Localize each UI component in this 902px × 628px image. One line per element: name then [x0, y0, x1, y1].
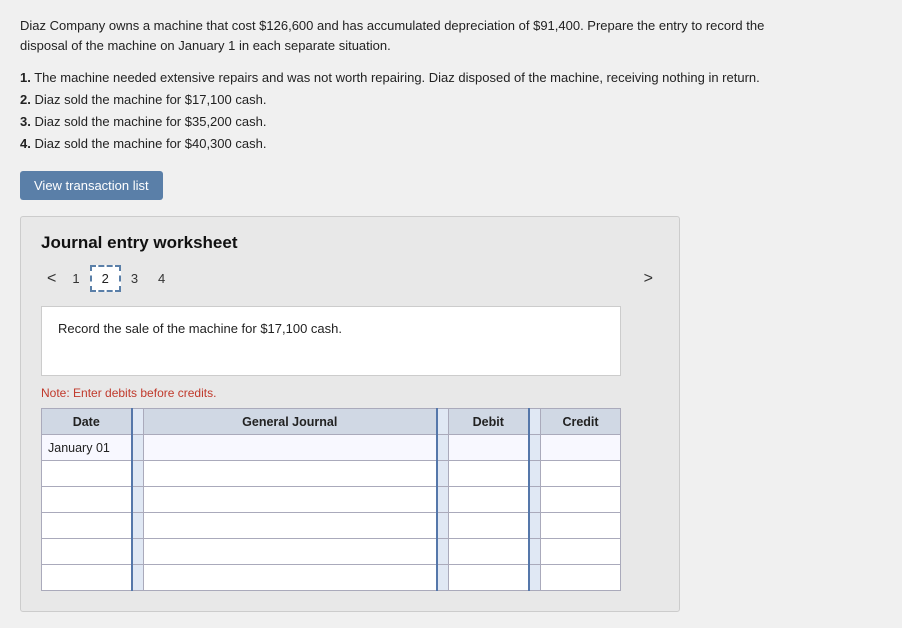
worksheet-title: Journal entry worksheet: [41, 233, 659, 253]
journal-cell-6[interactable]: [144, 565, 437, 591]
note-text: Note: Enter debits before credits.: [41, 386, 659, 400]
header-general-journal: General Journal: [144, 409, 437, 435]
view-transaction-list-button[interactable]: View transaction list: [20, 171, 163, 200]
credit-input-4[interactable]: [541, 513, 620, 538]
scenario-list: 1. The machine needed extensive repairs …: [20, 67, 882, 155]
worksheet-container: Journal entry worksheet < 1 2 3 4 > Reco…: [20, 216, 680, 612]
table-row: January 01: [42, 435, 621, 461]
journal-input-6[interactable]: [144, 565, 436, 590]
journal-table: Date General Journal Debit Credit Januar…: [41, 408, 621, 591]
tab-2[interactable]: 2: [90, 265, 121, 292]
journal-input-5[interactable]: [144, 539, 436, 564]
date-cell-6: [42, 565, 132, 591]
debit-cell-1[interactable]: [449, 435, 529, 461]
date-cell-1: January 01: [42, 435, 132, 461]
header-debit: Debit: [449, 409, 529, 435]
debit-cell-4[interactable]: [449, 513, 529, 539]
debit-input-6[interactable]: [449, 565, 528, 590]
debit-input-5[interactable]: [449, 539, 528, 564]
table-row: [42, 539, 621, 565]
credit-cell-2[interactable]: [541, 461, 621, 487]
tab-1[interactable]: 1: [62, 267, 89, 290]
date-cell-4: [42, 513, 132, 539]
divider-2: [437, 409, 449, 435]
tab-4[interactable]: 4: [148, 267, 175, 290]
journal-cell-3[interactable]: [144, 487, 437, 513]
credit-cell-6[interactable]: [541, 565, 621, 591]
journal-cell-1[interactable]: [144, 435, 437, 461]
journal-input-2[interactable]: [144, 461, 436, 486]
scenario-3: 3. Diaz sold the machine for $35,200 cas…: [20, 111, 882, 133]
table-row: [42, 461, 621, 487]
credit-input-6[interactable]: [541, 565, 620, 590]
divider-3: [529, 409, 541, 435]
date-cell-3: [42, 487, 132, 513]
journal-input-4[interactable]: [144, 513, 436, 538]
debit-cell-5[interactable]: [449, 539, 529, 565]
credit-cell-1[interactable]: [541, 435, 621, 461]
header-date: Date: [42, 409, 132, 435]
journal-cell-4[interactable]: [144, 513, 437, 539]
credit-input-2[interactable]: [541, 461, 620, 486]
intro-line1: Diaz Company owns a machine that cost $1…: [20, 18, 764, 33]
journal-input-3[interactable]: [144, 487, 436, 512]
debit-cell-3[interactable]: [449, 487, 529, 513]
credit-input-3[interactable]: [541, 487, 620, 512]
credit-input-5[interactable]: [541, 539, 620, 564]
page-container: Diaz Company owns a machine that cost $1…: [0, 0, 902, 628]
journal-input-1[interactable]: [144, 435, 436, 460]
divider-1: [132, 409, 144, 435]
debit-input-2[interactable]: [449, 461, 528, 486]
credit-input-1[interactable]: [541, 435, 620, 460]
header-credit: Credit: [541, 409, 621, 435]
next-arrow[interactable]: >: [638, 268, 659, 290]
tab-3[interactable]: 3: [121, 267, 148, 290]
debit-input-1[interactable]: [449, 435, 528, 460]
table-row: [42, 487, 621, 513]
debit-input-4[interactable]: [449, 513, 528, 538]
table-row: [42, 565, 621, 591]
scenario-1: 1. The machine needed extensive repairs …: [20, 67, 882, 89]
journal-cell-5[interactable]: [144, 539, 437, 565]
debit-cell-2[interactable]: [449, 461, 529, 487]
tab-navigation: < 1 2 3 4 >: [41, 265, 659, 292]
credit-cell-3[interactable]: [541, 487, 621, 513]
debit-cell-6[interactable]: [449, 565, 529, 591]
date-cell-2: [42, 461, 132, 487]
table-row: [42, 513, 621, 539]
scenario-2: 2. Diaz sold the machine for $17,100 cas…: [20, 89, 882, 111]
entry-description: Record the sale of the machine for $17,1…: [41, 306, 621, 376]
scenario-4: 4. Diaz sold the machine for $40,300 cas…: [20, 133, 882, 155]
journal-cell-2[interactable]: [144, 461, 437, 487]
credit-cell-4[interactable]: [541, 513, 621, 539]
intro-line2: disposal of the machine on January 1 in …: [20, 38, 391, 53]
debit-input-3[interactable]: [449, 487, 528, 512]
date-cell-5: [42, 539, 132, 565]
prev-arrow[interactable]: <: [41, 268, 62, 290]
credit-cell-5[interactable]: [541, 539, 621, 565]
intro-text: Diaz Company owns a machine that cost $1…: [20, 16, 880, 55]
